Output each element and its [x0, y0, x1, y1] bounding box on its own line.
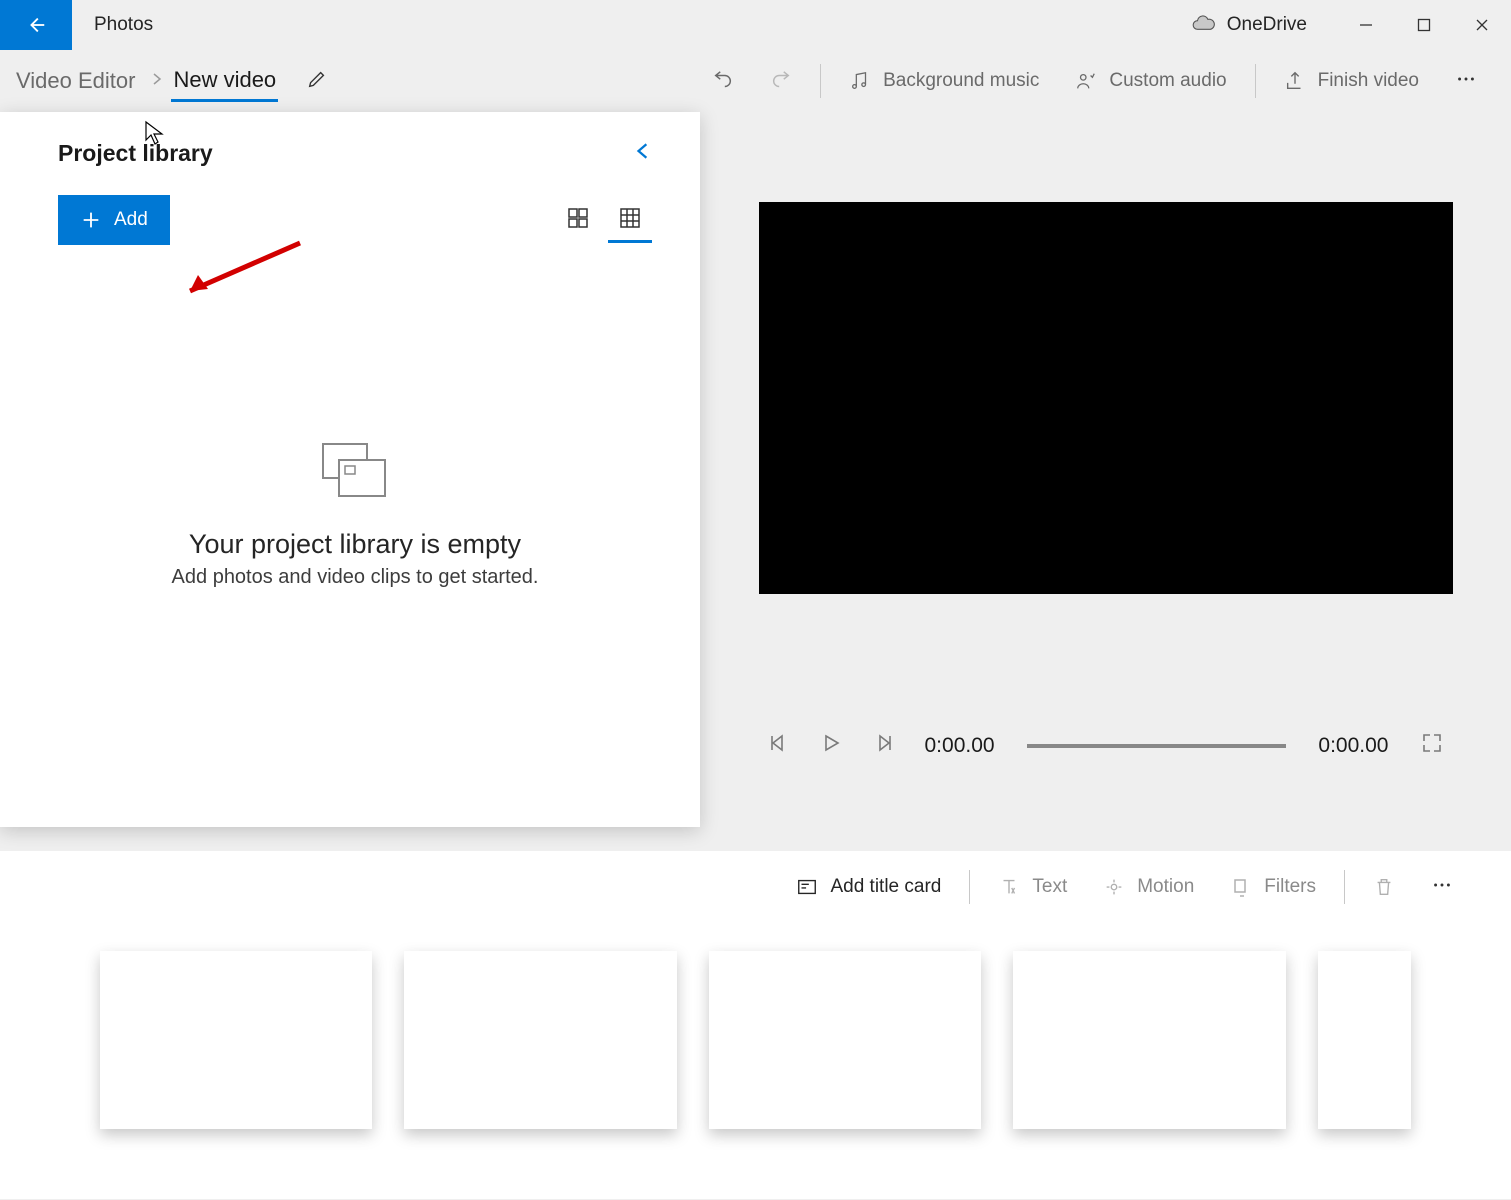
storyboard-card[interactable]: [1013, 951, 1285, 1129]
breadcrumb-current[interactable]: New video: [171, 61, 278, 102]
trash-icon: [1373, 876, 1395, 898]
export-icon: [1284, 70, 1306, 92]
chevron-left-icon: [634, 142, 652, 160]
storyboard-card[interactable]: [1318, 951, 1411, 1129]
back-button[interactable]: [0, 0, 72, 50]
collapse-library-button[interactable]: [634, 142, 652, 165]
play-button[interactable]: [821, 733, 841, 758]
finish-video-label: Finish video: [1318, 70, 1419, 92]
add-title-card-label: Add title card: [830, 876, 941, 898]
rename-button[interactable]: [306, 68, 328, 95]
divider: [969, 870, 970, 904]
pencil-icon: [306, 68, 328, 90]
cloud-icon: [1191, 12, 1217, 38]
step-back-icon: [769, 733, 789, 753]
ellipsis-icon: [1431, 874, 1453, 896]
close-icon: [1475, 18, 1489, 32]
app-title: Photos: [94, 14, 153, 36]
bg-music-label: Background music: [883, 70, 1039, 92]
filters-label: Filters: [1264, 876, 1316, 898]
chevron-right-icon: [143, 71, 171, 92]
fullscreen-button[interactable]: [1421, 732, 1443, 759]
title-card-icon: [796, 876, 818, 898]
maximize-icon: [1417, 18, 1431, 32]
storyboard-card[interactable]: [100, 951, 372, 1129]
filters-icon: [1230, 876, 1252, 898]
seek-bar[interactable]: [1027, 744, 1287, 748]
divider: [1344, 870, 1345, 904]
fullscreen-icon: [1421, 732, 1443, 754]
library-empty-subtitle: Add photos and video clips to get starte…: [172, 566, 539, 589]
add-title-card-button[interactable]: Add title card: [778, 863, 959, 911]
minimize-icon: [1359, 18, 1373, 32]
next-frame-button[interactable]: [873, 733, 893, 758]
storyboard-card[interactable]: [404, 951, 676, 1129]
undo-icon: [712, 70, 734, 92]
ellipsis-icon: [1455, 68, 1477, 90]
bg-music-button[interactable]: Background music: [831, 57, 1057, 105]
onedrive-label: OneDrive: [1227, 14, 1307, 36]
library-empty-icon: [319, 440, 391, 507]
video-preview[interactable]: [759, 202, 1453, 594]
divider: [820, 64, 821, 98]
storyboard-card[interactable]: [709, 951, 981, 1129]
step-forward-icon: [873, 733, 893, 753]
minimize-button[interactable]: [1337, 0, 1395, 50]
project-library-title: Project library: [58, 140, 213, 167]
current-time: 0:00.00: [925, 734, 995, 758]
redo-icon: [770, 70, 792, 92]
storyboard-more-button[interactable]: [1413, 874, 1471, 901]
undo-button[interactable]: [694, 57, 752, 105]
text-button[interactable]: Text: [980, 863, 1085, 911]
close-button[interactable]: [1453, 0, 1511, 50]
more-button[interactable]: [1437, 68, 1495, 95]
arrow-left-icon: [25, 14, 47, 36]
maximize-button[interactable]: [1395, 0, 1453, 50]
onedrive-status[interactable]: OneDrive: [1191, 12, 1307, 38]
motion-label: Motion: [1137, 876, 1194, 898]
play-icon: [821, 733, 841, 753]
preview-area: 0:00.00 0:00.00: [700, 112, 1511, 827]
project-library-panel: Project library Add Your project library…: [0, 112, 700, 827]
custom-audio-button[interactable]: Custom audio: [1057, 57, 1244, 105]
text-label: Text: [1032, 876, 1067, 898]
redo-button[interactable]: [752, 57, 810, 105]
total-time: 0:00.00: [1318, 734, 1388, 758]
motion-button[interactable]: Motion: [1085, 863, 1212, 911]
delete-button[interactable]: [1355, 863, 1413, 911]
finish-video-button[interactable]: Finish video: [1266, 57, 1437, 105]
library-empty-title: Your project library is empty: [189, 529, 521, 560]
prev-frame-button[interactable]: [769, 733, 789, 758]
text-icon: [998, 876, 1020, 898]
storyboard[interactable]: [0, 923, 1511, 1199]
filters-button[interactable]: Filters: [1212, 863, 1334, 911]
divider: [1255, 64, 1256, 98]
music-icon: [849, 70, 871, 92]
custom-audio-label: Custom audio: [1109, 70, 1226, 92]
motion-icon: [1103, 876, 1125, 898]
audio-person-icon: [1075, 70, 1097, 92]
breadcrumb-root[interactable]: Video Editor: [16, 68, 135, 94]
